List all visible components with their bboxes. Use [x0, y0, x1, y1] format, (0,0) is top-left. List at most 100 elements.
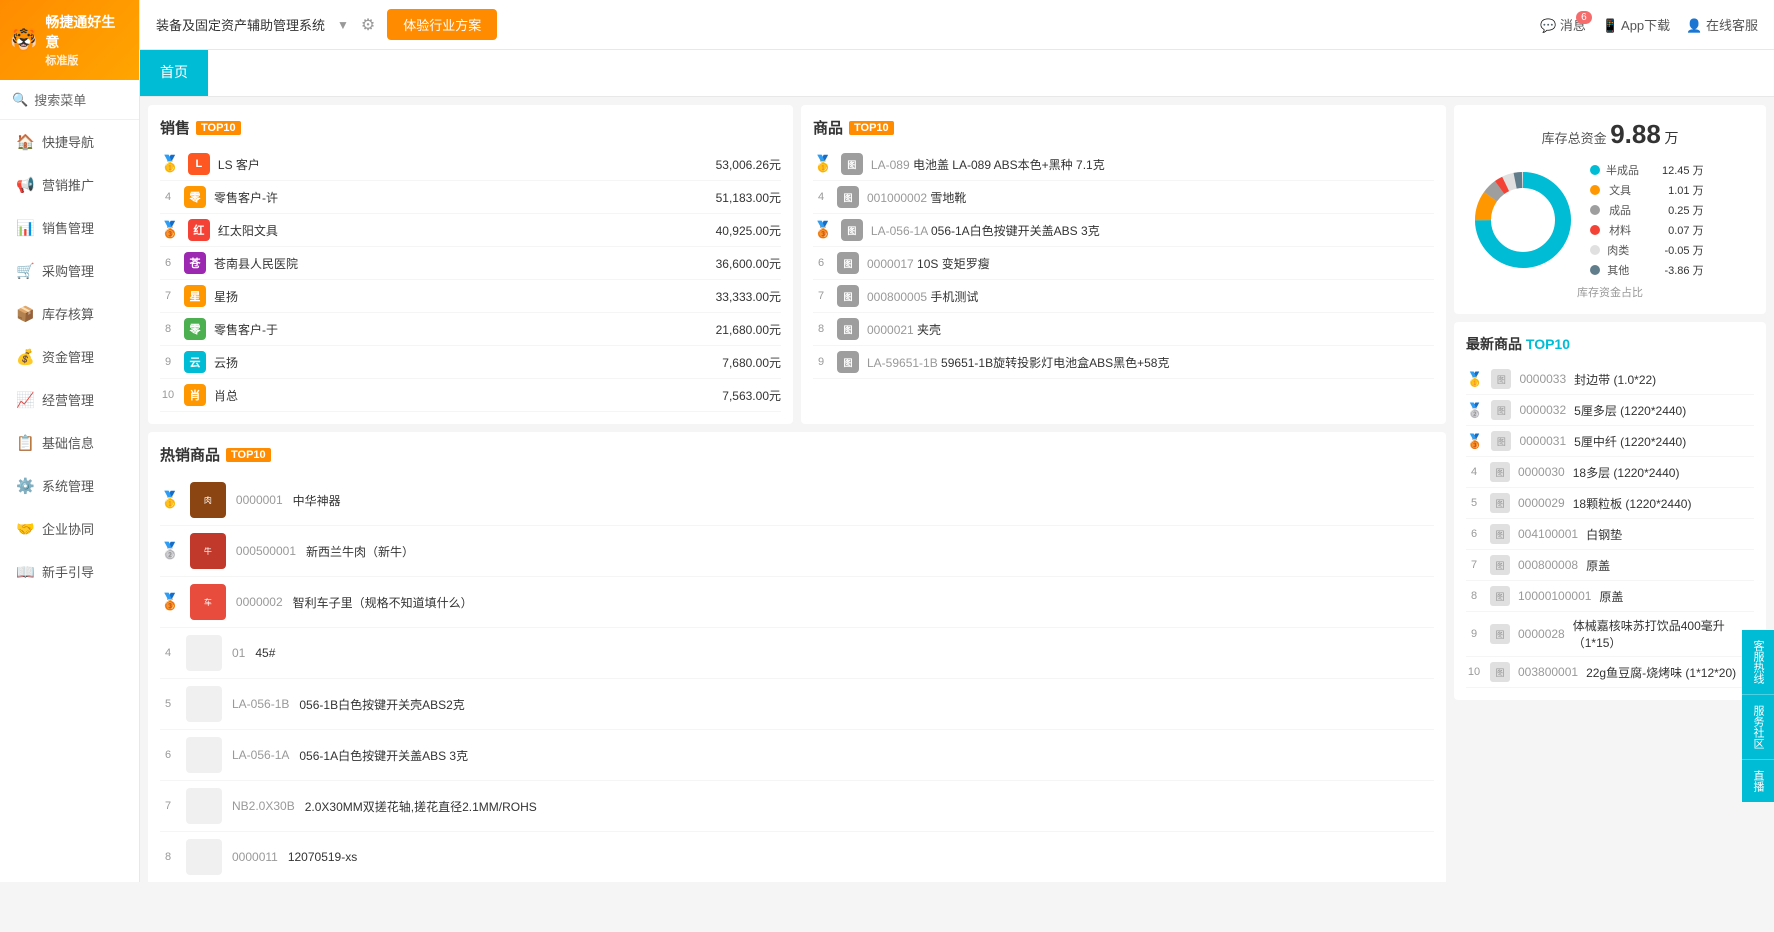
sidebar-item-label: 快捷导航	[42, 132, 94, 151]
rank-number: 9	[160, 356, 176, 368]
list-item: 🥉 图 0000031 5厘中纤 (1220*2440)	[1466, 426, 1754, 457]
product-name: 45#	[255, 646, 275, 660]
topbar: 装备及固定资产辅助管理系统 ▼ ⚙ 体验行业方案 💬 消息 6 📱 App下载 …	[140, 0, 1774, 50]
sidebar-item-sales[interactable]: 📊 销售管理	[0, 206, 139, 249]
customer-avatar: 红	[188, 219, 210, 241]
sidebar-item-operations[interactable]: 📈 经营管理	[0, 378, 139, 421]
product-code: 01	[232, 646, 245, 660]
list-item: 🥇 图 0000033 封边带 (1.0*22)	[1466, 364, 1754, 395]
customer-value: 51,183.00元	[716, 189, 781, 206]
medal-icon: 🥇	[160, 154, 180, 174]
rank-number: 9	[813, 356, 829, 368]
trial-button[interactable]: 体验行业方案	[387, 9, 497, 40]
product-thumb: 图	[1490, 624, 1510, 644]
product-thumb: 图	[1491, 400, 1511, 420]
topbar-right: 💬 消息 6 📱 App下载 👤 在线客服	[1540, 15, 1758, 34]
product-info: 000800005 手机测试	[867, 288, 1434, 305]
list-item: 6 LA-056-1A 056-1A白色按键开关盖ABS 3克	[160, 730, 1434, 781]
product-info: LA-59651-1B 59651-1B旋转投影灯电池盒ABS黑色+58克	[867, 354, 1434, 371]
tab-home[interactable]: 首页	[140, 50, 208, 96]
product-code: 004100001	[1518, 527, 1578, 541]
rank-number: 6	[1466, 528, 1482, 540]
product-code: 0000030	[1518, 465, 1565, 479]
sidebar-item-finance[interactable]: 💰 资金管理	[0, 335, 139, 378]
list-item: 10 图 003800001 22g鱼豆腐-烧烤味 (1*12*20)	[1466, 657, 1754, 688]
sidebar-item-marketing[interactable]: 📢 营销推广	[0, 163, 139, 206]
rank-number: 6	[813, 257, 829, 269]
list-item: 4 图 001000002 雪地靴	[813, 181, 1434, 214]
customer-name: 零售客户-于	[214, 321, 708, 338]
product-image: 牛	[190, 533, 226, 569]
search-menu[interactable]: 🔍 搜索菜单	[0, 80, 139, 120]
product-code: 000500001	[236, 544, 296, 558]
online-service[interactable]: 👤 在线客服	[1686, 15, 1758, 34]
legend-label: 其他	[1607, 262, 1657, 278]
product-thumb: 图	[1490, 462, 1510, 482]
sidebar-item-purchase[interactable]: 🛒 采购管理	[0, 249, 139, 292]
list-item: 🥉 图 LA-056-1A 056-1A白色按键开关盖ABS 3克	[813, 214, 1434, 247]
list-item: 🥈 图 0000032 5厘多层 (1220*2440)	[1466, 395, 1754, 426]
customer-avatar: L	[188, 153, 210, 175]
sidebar-item-system[interactable]: ⚙️ 系统管理	[0, 464, 139, 507]
medal-icon: 🥉	[160, 592, 180, 612]
legend-item: 半成品 12.45 万	[1590, 162, 1704, 178]
legend-value: 12.45 万	[1662, 162, 1704, 178]
donut-chart	[1468, 165, 1578, 275]
customers-top10-badge: TOP10	[196, 121, 241, 135]
legend-label: 肉类	[1607, 242, 1657, 258]
legend-item: 文具 1.01 万	[1590, 182, 1704, 198]
medal-icon: 🥇	[160, 490, 180, 510]
hot-top10-badge: TOP10	[226, 448, 271, 462]
float-btn-live[interactable]: 直播	[1742, 760, 1774, 802]
sidebar-item-inventory[interactable]: 📦 库存核算	[0, 292, 139, 335]
sidebar-item-cooperation[interactable]: 🤝 企业协同	[0, 507, 139, 550]
dropdown-arrow-icon[interactable]: ▼	[337, 18, 349, 32]
medal-icon: 🥉	[813, 220, 833, 240]
settings-icon[interactable]: ⚙	[361, 15, 375, 35]
list-item: 8 零 零售客户-于 21,680.00元	[160, 313, 781, 346]
product-thumb: 图	[837, 186, 859, 208]
sidebar-item-home[interactable]: 🏠 快捷导航	[0, 120, 139, 163]
sidebar-item-basics[interactable]: 📋 基础信息	[0, 421, 139, 464]
message-badge[interactable]: 💬 消息 6	[1540, 15, 1586, 34]
legend-item: 成品 0.25 万	[1590, 202, 1704, 218]
product-name: 056-1A白色按键开关盖ABS 3克	[299, 747, 468, 764]
customer-value: 7,680.00元	[722, 354, 781, 371]
list-item: 9 图 0000028 体械嘉核味苏打饮品400毫升（1*15）	[1466, 612, 1754, 657]
sidebar-item-guide[interactable]: 📖 新手引导	[0, 550, 139, 593]
rank-number: 6	[160, 749, 176, 761]
legend-item: 肉类 -0.05 万	[1590, 242, 1704, 258]
product-thumb: 图	[841, 219, 863, 241]
rank-number: 4	[813, 191, 829, 203]
medal-icon: 🥈	[1466, 402, 1483, 419]
legend-dot	[1590, 245, 1600, 255]
product-name: 新西兰牛肉（新牛）	[306, 543, 414, 560]
main-content: 首页 销售 TOP10 🥇 L LS 客户 53	[140, 50, 1774, 882]
customer-name: 云扬	[214, 354, 714, 371]
left-panel: 销售 TOP10 🥇 L LS 客户 53,006.26元 4 零	[140, 97, 1454, 882]
legend-label: 成品	[1609, 202, 1659, 218]
operations-icon: 📈	[16, 391, 34, 409]
product-thumb: 图	[1490, 662, 1510, 682]
product-info: 0000021 夹壳	[867, 321, 1434, 338]
product-code: 0000001	[236, 493, 283, 507]
float-btn-community[interactable]: 服务社区	[1742, 695, 1774, 760]
product-info: 0000017 10S 变矩罗瘦	[867, 255, 1434, 272]
float-btn-service[interactable]: 客服热线	[1742, 630, 1774, 695]
product-name: 原盖	[1599, 588, 1754, 605]
app-download[interactable]: 📱 App下载	[1602, 15, 1670, 34]
legend-value: -0.05 万	[1664, 242, 1703, 258]
legend-value: 1.01 万	[1668, 182, 1703, 198]
rank-number: 4	[1466, 466, 1482, 478]
list-item: 9 图 LA-59651-1B 59651-1B旋转投影灯电池盒ABS黑色+58…	[813, 346, 1434, 379]
search-icon: 🔍	[12, 92, 28, 108]
product-image	[186, 839, 222, 875]
content-area: 销售 TOP10 🥇 L LS 客户 53,006.26元 4 零	[140, 97, 1774, 882]
main-nav: 首页	[140, 50, 1774, 97]
product-name: 5厘多层 (1220*2440)	[1574, 402, 1754, 419]
customer-name: 肖总	[214, 387, 714, 404]
legend-label: 材料	[1609, 222, 1659, 238]
list-item: 6 苍 苍南县人民医院 36,600.00元	[160, 247, 781, 280]
sidebar-item-label: 采购管理	[42, 261, 94, 280]
customers-title-text: 销售	[160, 117, 190, 138]
